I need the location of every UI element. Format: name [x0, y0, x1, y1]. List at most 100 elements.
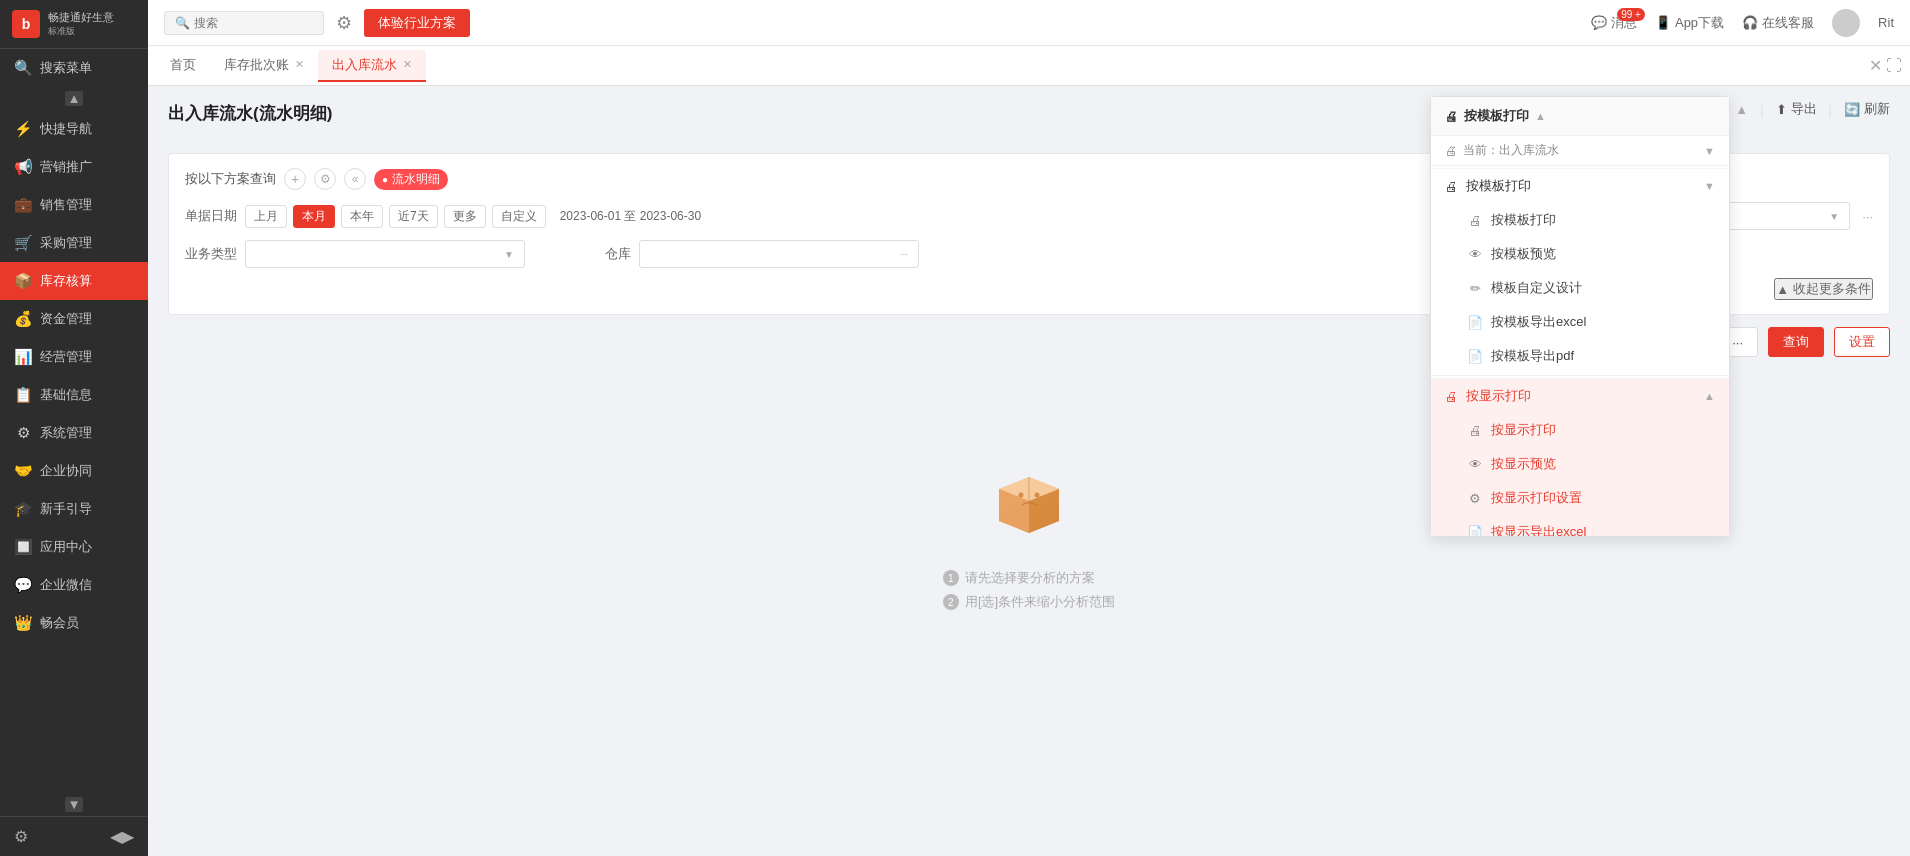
industry-solution-button[interactable]: 体验行业方案 — [364, 9, 470, 37]
tab-bar-actions: ✕ ⛶ — [1869, 56, 1902, 75]
logo-badge: 标准版 — [48, 25, 114, 38]
page-content: 出入库流水(流水明细) 🖨 按模板打印 ▲ | ⬆ 导出 | 🔄 — [148, 86, 1910, 856]
display-print-item[interactable]: 🖨 按显示打印 — [1431, 413, 1729, 447]
sidebar-nav: ⚡ 快捷导航 📢 营销推广 💼 销售管理 🛒 采购管理 📦 库存核算 💰 — [0, 110, 148, 793]
header-search-box[interactable]: 🔍 — [164, 11, 324, 35]
dropdown-chevron-up[interactable]: ▲ — [1535, 110, 1546, 122]
template-pdf-item[interactable]: 📄 按模板导出pdf — [1431, 339, 1729, 373]
filter-dot-icon: ● — [382, 174, 388, 185]
warehouse-arrow: ··· — [900, 249, 908, 260]
sidebar-item-basic[interactable]: 📋 基础信息 — [0, 376, 148, 414]
sidebar-item-shortcut[interactable]: ⚡ 快捷导航 — [0, 110, 148, 148]
display-group-chevron[interactable]: ▲ — [1704, 390, 1715, 402]
template-pdf-icon: 📄 — [1467, 348, 1483, 364]
template-print-item-icon: 🖨 — [1467, 212, 1483, 228]
app-download-action[interactable]: 📱 App下载 — [1655, 14, 1724, 32]
collapse-filter-button[interactable]: « — [344, 168, 366, 190]
message-action[interactable]: 💬 消息 99 + — [1591, 14, 1637, 32]
current-month-btn[interactable]: 本月 — [293, 205, 335, 228]
page-title: 出入库流水(流水明细) — [168, 102, 332, 125]
template-print-item[interactable]: 🖨 按模板打印 — [1431, 203, 1729, 237]
sidebar-item-finance[interactable]: 💰 资金管理 — [0, 300, 148, 338]
empty-illustration — [979, 449, 1079, 549]
vip-icon: 👑 — [14, 614, 32, 632]
display-print-icon: 🖨 — [1467, 422, 1483, 438]
warehouse-select[interactable]: ··· — [639, 240, 919, 268]
svg-point-6 — [1035, 493, 1040, 498]
tab-expand-icon[interactable]: ⛶ — [1886, 57, 1902, 75]
sidebar-scroll-down[interactable]: ▼ — [65, 797, 83, 812]
user-avatar[interactable] — [1832, 9, 1860, 37]
finance-icon: 💰 — [14, 310, 32, 328]
template-print-group[interactable]: 🖨 按模板打印 ▼ — [1431, 168, 1729, 203]
app-download-label: App下载 — [1675, 14, 1724, 32]
sales-icon: 💼 — [14, 196, 32, 214]
tab-flow[interactable]: 出入库流水 ✕ — [318, 50, 426, 82]
last-7days-btn[interactable]: 近7天 — [389, 205, 438, 228]
biz-type-select[interactable]: ▼ — [245, 240, 525, 268]
export-button[interactable]: ⬆ 导出 — [1776, 100, 1817, 118]
header-settings-icon[interactable]: ⚙ — [336, 12, 352, 34]
export-icon: ⬆ — [1776, 102, 1787, 117]
tab-batch[interactable]: 库存批次账 ✕ — [210, 50, 318, 82]
add-filter-button[interactable]: + — [284, 168, 306, 190]
filter-settings-button[interactable]: ⚙ — [314, 168, 336, 190]
tab-flow-close[interactable]: ✕ — [403, 58, 412, 71]
online-service-action[interactable]: 🎧 在线客服 — [1742, 14, 1814, 32]
more-date-btn[interactable]: 更多 — [444, 205, 486, 228]
template-design-icon: ✏ — [1467, 280, 1483, 296]
refresh-button[interactable]: 🔄 刷新 — [1844, 100, 1890, 118]
this-year-btn[interactable]: 本年 — [341, 205, 383, 228]
sidebar: b 畅捷通好生意 标准版 🔍 搜索菜单 ▲ ⚡ 快捷导航 📢 营销推广 — [0, 0, 148, 856]
sidebar-scroll-up[interactable]: ▲ — [65, 91, 83, 106]
collapse-sidebar-button[interactable]: ◀▶ — [110, 827, 134, 846]
wechat-icon: 💬 — [14, 576, 32, 594]
collapse-conditions-button[interactable]: ▲ 收起更多条件 — [1774, 278, 1873, 300]
sidebar-item-search[interactable]: 🔍 搜索菜单 — [0, 49, 148, 87]
headset-icon: 🎧 — [1742, 15, 1758, 30]
cooperation-icon: 🤝 — [14, 462, 32, 480]
header-search-input[interactable] — [194, 16, 314, 30]
app-logo: b 畅捷通好生意 标准版 — [0, 0, 148, 49]
sidebar-item-inventory[interactable]: 📦 库存核算 — [0, 262, 148, 300]
sidebar-item-vip[interactable]: 👑 畅会员 — [0, 604, 148, 642]
template-excel-item[interactable]: 📄 按模板导出excel — [1431, 305, 1729, 339]
settings-button[interactable]: ⚙ — [14, 827, 28, 846]
display-print-group[interactable]: 🖨 按显示打印 ▲ — [1431, 378, 1729, 413]
search-nav-icon: 🔍 — [14, 59, 32, 77]
sidebar-item-system[interactable]: ⚙ 系统管理 — [0, 414, 148, 452]
sidebar-item-guide[interactable]: 🎓 新手引导 — [0, 490, 148, 528]
template-design-item[interactable]: ✏ 模板自定义设计 — [1431, 271, 1729, 305]
table-settings-button[interactable]: 设置 — [1834, 327, 1890, 357]
logo-title: 畅捷通好生意 — [48, 10, 114, 25]
current-chevron[interactable]: ▼ — [1704, 145, 1715, 157]
prev-month-btn[interactable]: 上月 — [245, 205, 287, 228]
print-dropdown-panel: 🖨 按模板打印 ▲ 🖨 当前：出入库流水 ▼ — [1430, 96, 1730, 537]
display-print-settings-item[interactable]: ⚙ 按显示打印设置 — [1431, 481, 1729, 515]
filter-tag[interactable]: ● 流水明细 — [374, 169, 448, 190]
message-icon: 💬 — [1591, 15, 1607, 30]
template-preview-item[interactable]: 👁 按模板预览 — [1431, 237, 1729, 271]
display-excel-item[interactable]: 📄 按显示导出excel — [1431, 515, 1729, 536]
sidebar-item-wechat[interactable]: 💬 企业微信 — [0, 566, 148, 604]
sidebar-item-cooperation[interactable]: 🤝 企业协同 — [0, 452, 148, 490]
sidebar-item-purchase[interactable]: 🛒 采购管理 — [0, 224, 148, 262]
tab-batch-close[interactable]: ✕ — [295, 58, 304, 71]
empty-tip-2: 2 用[选]条件来缩小分析范围 — [943, 593, 1115, 611]
doc-type-more[interactable]: ··· — [1862, 209, 1873, 224]
print-chevron-up: ▲ — [1735, 102, 1748, 117]
sidebar-item-operation[interactable]: 📊 经营管理 — [0, 338, 148, 376]
doc-type-arrow: ▼ — [1829, 211, 1839, 222]
sidebar-item-sales[interactable]: 💼 销售管理 — [0, 186, 148, 224]
tab-home[interactable]: 首页 — [156, 50, 210, 82]
template-excel-icon: 📄 — [1467, 314, 1483, 330]
sidebar-item-appstore[interactable]: 🔲 应用中心 — [0, 528, 148, 566]
sidebar-item-marketing[interactable]: 📢 营销推广 — [0, 148, 148, 186]
operation-icon: 📊 — [14, 348, 32, 366]
display-preview-item[interactable]: 👁 按显示预览 — [1431, 447, 1729, 481]
query-button[interactable]: 查询 — [1768, 327, 1824, 357]
warehouse-label: 仓库 — [605, 245, 631, 263]
custom-date-btn[interactable]: 自定义 — [492, 205, 546, 228]
tab-close-all-icon[interactable]: ✕ — [1869, 56, 1882, 75]
template-group-chevron[interactable]: ▼ — [1704, 180, 1715, 192]
